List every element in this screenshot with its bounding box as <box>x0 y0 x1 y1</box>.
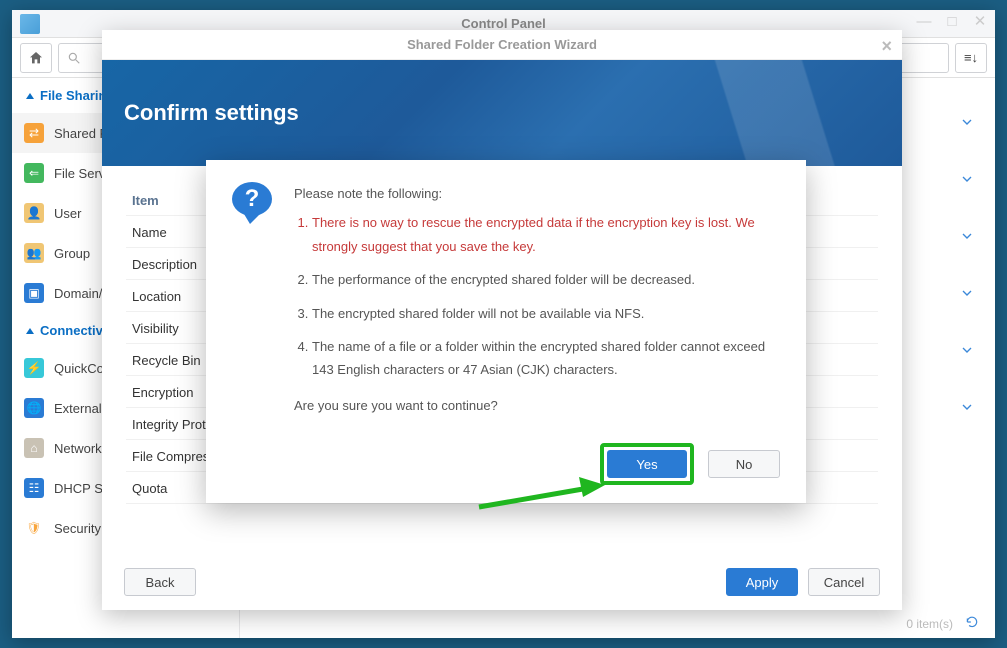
chevron-down-icon[interactable] <box>959 228 977 249</box>
app-icon <box>20 14 40 34</box>
refresh-button[interactable] <box>965 615 979 632</box>
confirm-dialog: ? Please note the following: There is no… <box>206 160 806 503</box>
window-title: Control Panel <box>12 16 995 31</box>
no-button[interactable]: No <box>708 450 780 478</box>
wizard-heading: Confirm settings <box>124 100 299 126</box>
question-icon: ? <box>232 182 276 220</box>
chevron-down-icon[interactable] <box>959 342 977 363</box>
wizard-header: Confirm settings <box>102 60 902 166</box>
yes-button[interactable]: Yes <box>607 450 687 478</box>
home-icon <box>28 50 44 66</box>
chevron-down-icon[interactable] <box>959 399 977 420</box>
dialog-point-4: The name of a file or a folder within th… <box>312 335 780 382</box>
user-icon: 👤 <box>24 203 44 223</box>
chevron-down-icon[interactable] <box>959 171 977 192</box>
dhcp-icon: ☷ <box>24 478 44 498</box>
network-icon: ⌂ <box>24 438 44 458</box>
file-services-icon: ⇐ <box>24 163 44 183</box>
folder-icon: ⇄ <box>24 123 44 143</box>
back-button[interactable]: Back <box>124 568 196 596</box>
dialog-point-2: The performance of the encrypted shared … <box>312 268 780 291</box>
home-button[interactable] <box>20 43 52 73</box>
apply-button[interactable]: Apply <box>726 568 798 596</box>
maximize-icon[interactable]: □ <box>943 13 961 31</box>
sort-button[interactable]: ≡↓ <box>955 43 987 73</box>
dialog-intro: Please note the following: <box>294 182 780 205</box>
domain-icon: ▣ <box>24 283 44 303</box>
chevron-down-icon[interactable] <box>959 285 977 306</box>
wizard-close-icon[interactable]: × <box>881 36 892 57</box>
yes-highlight: Yes <box>600 443 694 485</box>
quickconnect-icon: ⚡ <box>24 358 44 378</box>
group-icon: 👥 <box>24 243 44 263</box>
minimize-icon[interactable]: — <box>915 13 933 31</box>
dialog-point-1: There is no way to rescue the encrypted … <box>312 211 780 258</box>
search-icon <box>67 51 81 65</box>
wizard-title: Shared Folder Creation Wizard × <box>102 30 902 60</box>
dialog-confirm: Are you sure you want to continue? <box>294 394 780 417</box>
chevron-down-icon[interactable] <box>959 114 977 135</box>
external-icon: 🌐 <box>24 398 44 418</box>
shield-icon: 🛡 <box>24 518 44 538</box>
item-count: 0 item(s) <box>906 617 953 631</box>
cancel-button[interactable]: Cancel <box>808 568 880 596</box>
close-icon[interactable]: ✕ <box>971 13 989 31</box>
dialog-point-3: The encrypted shared folder will not be … <box>312 302 780 325</box>
